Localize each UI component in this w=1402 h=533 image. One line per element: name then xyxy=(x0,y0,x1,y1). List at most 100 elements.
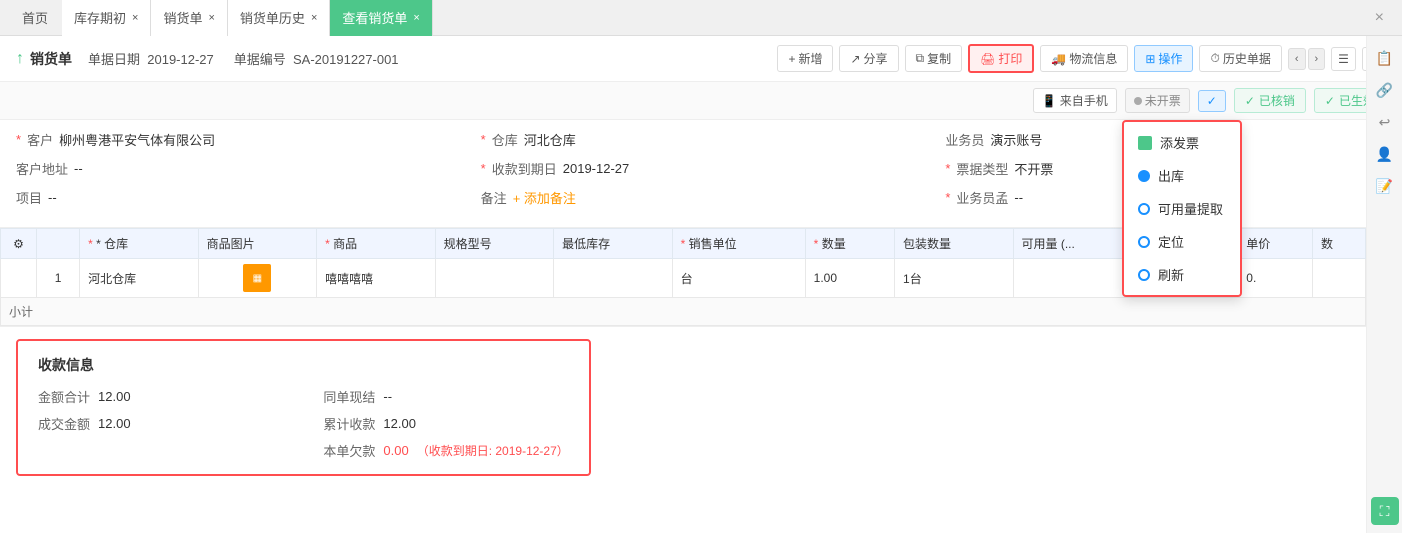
salesperson-label: 业务员孟 xyxy=(956,188,1008,207)
row-product-img-cell: ▦ xyxy=(198,259,316,298)
tab-view-sales[interactable]: 查看销货单 × xyxy=(330,0,432,36)
col-min-stock-header: 最低库存 xyxy=(554,229,672,259)
print-icon: 🖨 xyxy=(980,52,995,66)
mobile-icon: 📱 xyxy=(1042,94,1057,108)
new-button[interactable]: +新增 xyxy=(777,45,833,72)
ticket-type-value: 不开票 xyxy=(1014,159,1053,178)
sidebar-icon-undo[interactable]: ↩ xyxy=(1371,108,1399,136)
payment-section: 收款信息 金额合计 12.00 同单现结 -- 成交金额 12.00 累计收款 … xyxy=(16,339,591,476)
prev-button[interactable]: ‹ xyxy=(1288,48,1306,70)
dropdown-item-refresh[interactable]: 刷新 xyxy=(1124,258,1240,291)
amount-total-label: 金额合计 xyxy=(38,387,90,406)
required-star: * xyxy=(16,132,21,147)
add-note-button[interactable]: + 添加备注 xyxy=(513,188,576,207)
share-icon: ↗ xyxy=(850,52,860,66)
product-image: ▦ xyxy=(243,264,271,292)
required-star2: * xyxy=(481,132,486,147)
close-icon[interactable]: × xyxy=(132,12,138,24)
tab-sales-order[interactable]: 销货单 × xyxy=(151,0,227,36)
customer-field: * 客户 柳州粤港平安气体有限公司 xyxy=(16,130,457,149)
settings-icon[interactable]: ⚙ xyxy=(13,237,24,251)
amount-total-row: 金额合计 12.00 xyxy=(38,387,283,406)
col-warehouse-header: * * 仓库 xyxy=(80,229,198,259)
customer-label: 客户 xyxy=(27,130,53,149)
sidebar-icon-link[interactable]: 🔗 xyxy=(1371,76,1399,104)
dropdown-item-add-invoice[interactable]: 添发票 xyxy=(1124,126,1240,159)
check-button[interactable]: ✓ xyxy=(1198,90,1226,112)
same-order-settle-label: 同单现结 xyxy=(323,387,375,406)
next-button[interactable]: › xyxy=(1308,48,1326,70)
subtotal-label-cell: 小计 xyxy=(1,298,1366,326)
current-outstanding-label: 本单欠款 xyxy=(323,441,375,460)
sidebar-icon-user[interactable]: 👤 xyxy=(1371,140,1399,168)
same-order-settle-value: -- xyxy=(383,389,392,404)
toolbar-right: 📱来自手机 未开票 ✓ ✓已核销 ✓已生效 xyxy=(1033,88,1386,113)
note-label: 备注 xyxy=(481,188,507,207)
number-value: SA-20191227-001 xyxy=(293,52,399,67)
tab-inventory-init[interactable]: 库存期初 × xyxy=(62,0,151,36)
operations-dropdown: 添发票 出库 可用量提取 定位 刷新 xyxy=(1122,120,1242,297)
payment-grid: 金额合计 12.00 同单现结 -- 成交金额 12.00 累计收款 12.00 xyxy=(38,387,569,460)
sidebar-icon-expand[interactable]: ⛶ xyxy=(1371,497,1399,525)
print-button[interactable]: 🖨打印 xyxy=(968,44,1034,73)
doc-type-badge: ↑ 销货单 xyxy=(16,49,72,69)
address-field: 客户地址 -- xyxy=(16,159,457,178)
row-settings-cell xyxy=(1,259,37,298)
cumulative-received-value: 12.00 xyxy=(383,416,416,431)
staff-value: 演示账号 xyxy=(990,130,1042,149)
sidebar-icon-edit[interactable]: 📝 xyxy=(1371,172,1399,200)
current-outstanding-row xyxy=(38,441,283,460)
available-qty-icon xyxy=(1138,203,1150,215)
row-min-stock-cell xyxy=(554,259,672,298)
tab-home[interactable]: 首页 xyxy=(8,8,62,27)
close-icon[interactable]: × xyxy=(208,12,214,24)
window-close-button[interactable]: × xyxy=(1365,9,1394,27)
history-button[interactable]: ⏱历史单据 xyxy=(1199,45,1281,72)
locate-icon xyxy=(1138,236,1150,248)
salesperson-value: -- xyxy=(1014,190,1023,205)
close-icon[interactable]: × xyxy=(413,12,419,24)
sidebar-icon-clipboard[interactable]: 📋 xyxy=(1371,44,1399,72)
logistics-button[interactable]: 🚚物流信息 xyxy=(1040,45,1128,72)
copy-icon: ⧉ xyxy=(916,51,925,66)
transaction-amount-label: 成交金额 xyxy=(38,414,90,433)
date-label: 单据日期 xyxy=(88,52,140,67)
col-pack-qty-header: 包装数量 xyxy=(895,229,1013,259)
sub-toolbar: 📱来自手机 未开票 ✓ ✓已核销 ✓已生效 xyxy=(0,82,1402,120)
col-product-img-header: 商品图片 xyxy=(198,229,316,259)
check-icon2: ✓ xyxy=(1325,94,1335,108)
close-icon[interactable]: × xyxy=(311,12,317,24)
dropdown-item-available-qty[interactable]: 可用量提取 xyxy=(1124,192,1240,225)
share-button[interactable]: ↗分享 xyxy=(839,45,898,72)
verified-button[interactable]: ✓已核销 xyxy=(1234,88,1306,113)
cumulative-received-row: 累计收款 12.00 xyxy=(323,414,568,433)
date-value: 2019-12-27 xyxy=(147,52,214,67)
payment-title: 收款信息 xyxy=(38,355,569,375)
amount-total-value: 12.00 xyxy=(98,389,131,404)
dropdown-item-locate[interactable]: 定位 xyxy=(1124,225,1240,258)
view-toggle-list[interactable]: ☰ xyxy=(1331,47,1356,71)
tab-sales-history[interactable]: 销货单历史 × xyxy=(228,0,330,36)
required-star3: * xyxy=(481,161,486,176)
tab-bar: 首页 库存期初 × 销货单 × 销货单历史 × 查看销货单 × × xyxy=(0,0,1402,36)
plus-icon: + xyxy=(788,52,795,66)
col-spec-header: 规格型号 xyxy=(435,229,553,259)
number-label: 单据编号 xyxy=(234,52,286,67)
row-quantity-cell: 1.00 xyxy=(805,259,894,298)
copy-button[interactable]: ⧉复制 xyxy=(905,45,963,72)
warehouse-label: 仓库 xyxy=(492,130,518,149)
project-label: 项目 xyxy=(16,188,42,207)
col-sales-unit-header: * 销售单位 xyxy=(672,229,805,259)
required-star5: * xyxy=(945,190,950,205)
operations-button[interactable]: ⊞操作 xyxy=(1134,45,1193,72)
not-opened-button[interactable]: 未开票 xyxy=(1125,88,1190,113)
truck-icon: 🚚 xyxy=(1051,52,1066,66)
nav-arrows: ‹ › xyxy=(1288,48,1325,70)
dropdown-item-outbound[interactable]: 出库 xyxy=(1124,159,1240,192)
warehouse-field: * 仓库 河北仓库 xyxy=(481,130,922,149)
col-settings-header[interactable]: ⚙ xyxy=(1,229,37,259)
from-mobile-button[interactable]: 📱来自手机 xyxy=(1033,88,1117,113)
col-amount-header: 数 xyxy=(1313,229,1366,259)
row-pack-qty-cell: 1台 xyxy=(895,259,1013,298)
required-star4: * xyxy=(945,161,950,176)
